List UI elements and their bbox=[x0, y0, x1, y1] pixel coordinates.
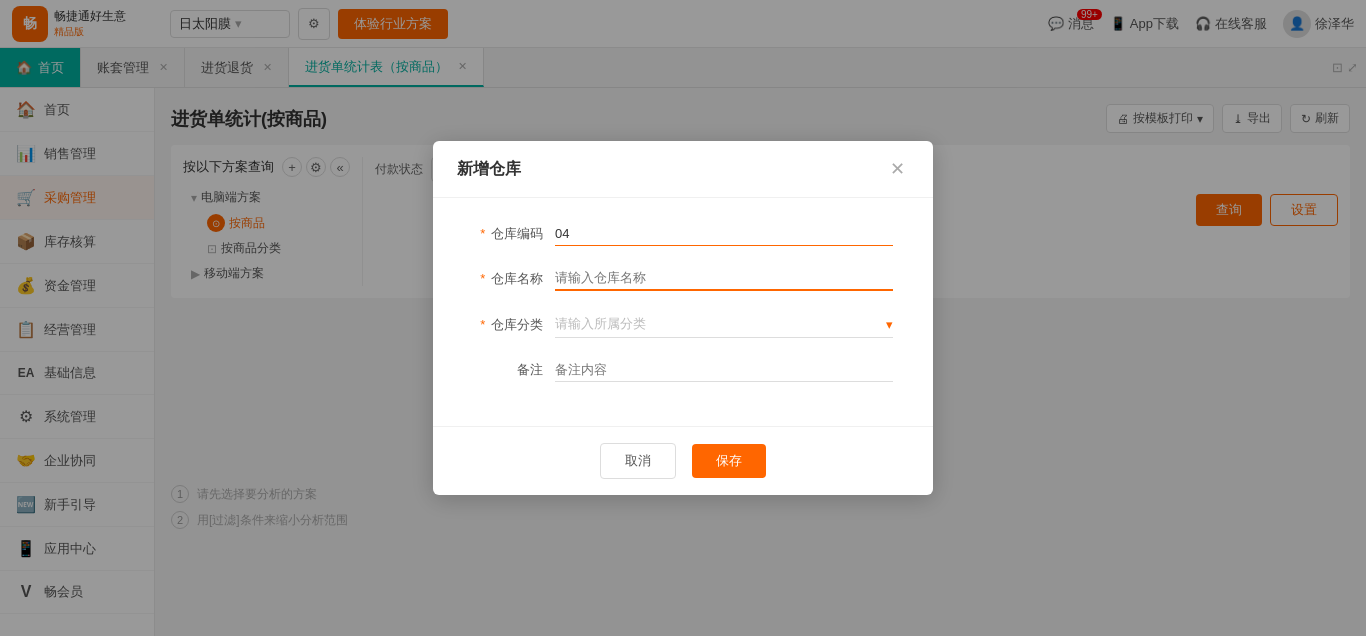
remark-label: 备注 bbox=[473, 361, 543, 379]
modal-body: * 仓库编码 * 仓库名称 * 仓库分类 请输入所属 bbox=[433, 198, 933, 426]
form-row-code: * 仓库编码 bbox=[473, 222, 893, 246]
category-label-text: 仓库分类 bbox=[491, 317, 543, 332]
required-star: * bbox=[480, 271, 485, 286]
form-row-name: * 仓库名称 bbox=[473, 266, 893, 291]
name-label-text: 仓库名称 bbox=[491, 271, 543, 286]
modal-footer: 取消 保存 bbox=[433, 426, 933, 495]
code-label: * 仓库编码 bbox=[473, 225, 543, 243]
modal-title: 新增仓库 bbox=[457, 159, 521, 180]
category-placeholder: 请输入所属分类 bbox=[555, 315, 646, 333]
name-input[interactable] bbox=[555, 266, 893, 291]
required-star: * bbox=[480, 226, 485, 241]
modal-dialog: 新增仓库 ✕ * 仓库编码 * 仓库名称 bbox=[433, 141, 933, 495]
modal-backdrop: 新增仓库 ✕ * 仓库编码 * 仓库名称 bbox=[0, 0, 1366, 636]
form-row-category: * 仓库分类 请输入所属分类 ▾ bbox=[473, 311, 893, 338]
category-label: * 仓库分类 bbox=[473, 316, 543, 334]
category-select[interactable]: 请输入所属分类 ▾ bbox=[555, 311, 893, 338]
modal-close-btn[interactable]: ✕ bbox=[885, 157, 909, 181]
form-row-remark: 备注 bbox=[473, 358, 893, 382]
name-label: * 仓库名称 bbox=[473, 270, 543, 288]
modal-header: 新增仓库 ✕ bbox=[433, 141, 933, 198]
chevron-down-icon: ▾ bbox=[886, 317, 893, 332]
save-btn[interactable]: 保存 bbox=[692, 444, 766, 478]
code-input[interactable] bbox=[555, 222, 893, 246]
required-star: * bbox=[480, 317, 485, 332]
remark-label-text: 备注 bbox=[517, 362, 543, 377]
code-label-text: 仓库编码 bbox=[491, 226, 543, 241]
remark-input[interactable] bbox=[555, 358, 893, 382]
cancel-btn[interactable]: 取消 bbox=[600, 443, 676, 479]
